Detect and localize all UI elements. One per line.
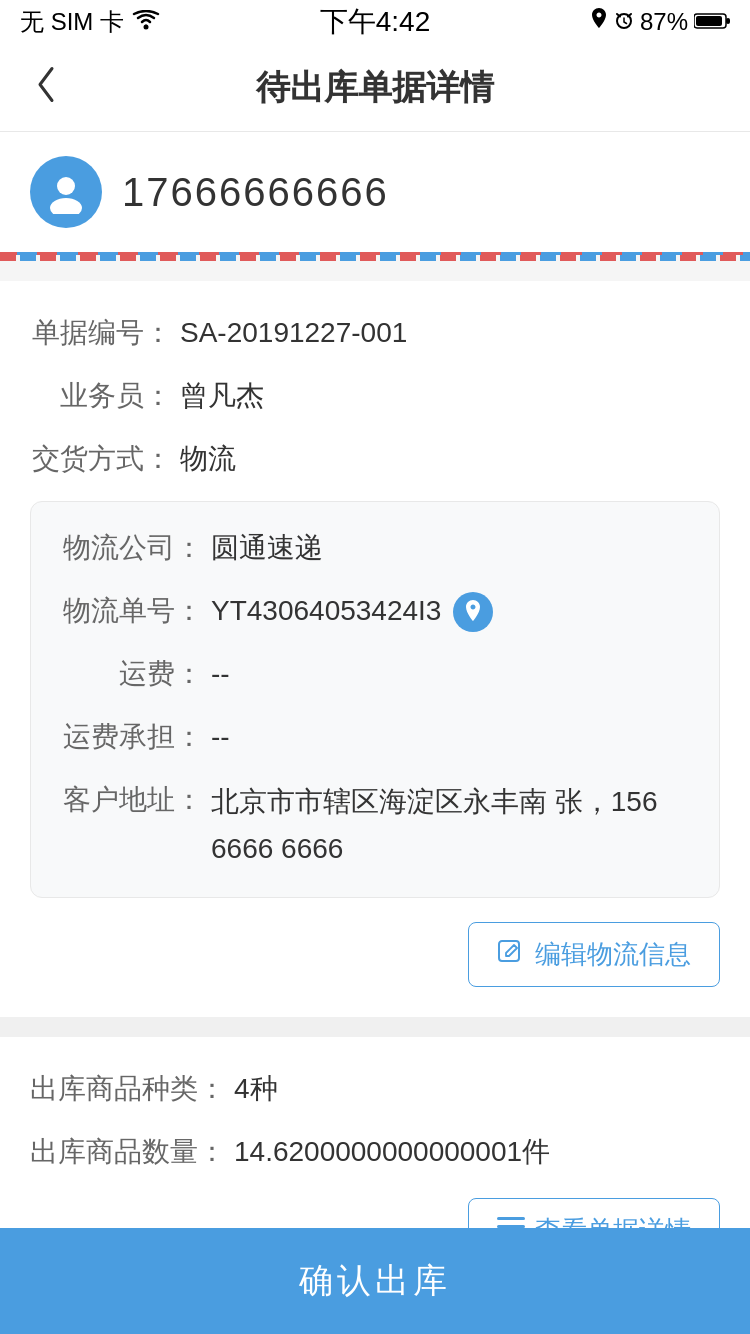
doc-number-value: SA-20191227-001 <box>180 311 720 356</box>
doc-number-label: 单据编号： <box>30 311 180 356</box>
avatar <box>30 156 102 228</box>
location-track-icon[interactable] <box>453 592 493 632</box>
status-left: 无 SIM 卡 <box>20 6 160 38</box>
svg-rect-3 <box>726 18 730 24</box>
user-header: 17666666666 <box>0 132 750 255</box>
document-section: 单据编号： SA-20191227-001 业务员： 曾凡杰 交货方式： 物流 … <box>0 281 750 1017</box>
page-title: 待出库单据详情 <box>256 65 494 111</box>
freight-value: -- <box>211 652 689 697</box>
location-icon <box>590 8 608 36</box>
salesperson-value: 曾凡杰 <box>180 374 720 419</box>
company-value: 圆通速递 <box>211 526 689 571</box>
salesperson-label: 业务员： <box>30 374 180 419</box>
address-value: 北京市市辖区海淀区永丰南 张，156 6666 6666 <box>211 778 689 873</box>
address-label: 客户地址： <box>61 778 211 823</box>
goods-quantity-row: 出库商品数量： 14.6200000000000001件 <box>30 1130 720 1175</box>
logistics-card: 物流公司： 圆通速递 物流单号： YT43064053424I3 运费： -- … <box>30 501 720 897</box>
delivery-row: 交货方式： 物流 <box>30 437 720 482</box>
edit-logistics-row: 编辑物流信息 <box>30 922 720 987</box>
tracking-label: 物流单号： <box>61 589 211 634</box>
battery-label: 87% <box>640 8 688 36</box>
delivery-value: 物流 <box>180 437 720 482</box>
user-phone: 17666666666 <box>122 170 389 215</box>
svg-rect-4 <box>696 16 722 26</box>
company-label: 物流公司： <box>61 526 211 571</box>
salesperson-row: 业务员： 曾凡杰 <box>30 374 720 419</box>
battery-icon <box>694 8 730 36</box>
freight-bearer-row: 运费承担： -- <box>61 715 689 760</box>
freight-row: 运费： -- <box>61 652 689 697</box>
status-right: 87% <box>590 8 730 36</box>
wifi-icon <box>132 8 160 36</box>
status-time: 下午4:42 <box>320 3 431 41</box>
status-bar: 无 SIM 卡 下午4:42 87% <box>0 0 750 44</box>
freight-bearer-value: -- <box>211 715 689 760</box>
edit-icon <box>497 937 525 972</box>
goods-type-label: 出库商品种类： <box>30 1067 234 1112</box>
confirm-out-button[interactable]: 确认出库 <box>40 1258 710 1304</box>
edit-logistics-label: 编辑物流信息 <box>535 937 691 972</box>
carrier-label: 无 SIM 卡 <box>20 6 124 38</box>
bottom-bar: 确认出库 <box>0 1228 750 1334</box>
freight-label: 运费： <box>61 652 211 697</box>
freight-bearer-label: 运费承担： <box>61 715 211 760</box>
nav-bar: 待出库单据详情 <box>0 44 750 132</box>
company-row: 物流公司： 圆通速递 <box>61 526 689 571</box>
goods-type-row: 出库商品种类： 4种 <box>30 1067 720 1112</box>
doc-number-row: 单据编号： SA-20191227-001 <box>30 311 720 356</box>
goods-quantity-value: 14.6200000000000001件 <box>234 1130 720 1175</box>
alarm-icon <box>614 8 634 36</box>
address-row: 客户地址： 北京市市辖区海淀区永丰南 张，156 6666 6666 <box>61 778 689 873</box>
tracking-row: 物流单号： YT43064053424I3 <box>61 589 689 634</box>
section-divider-1 <box>0 1017 750 1037</box>
goods-quantity-label: 出库商品数量： <box>30 1130 234 1175</box>
goods-type-value: 4种 <box>234 1067 720 1112</box>
delivery-label: 交货方式： <box>30 437 180 482</box>
svg-point-0 <box>144 25 149 30</box>
svg-point-6 <box>50 198 82 214</box>
tracking-value: YT43064053424I3 <box>211 589 689 634</box>
dashed-divider <box>0 255 750 261</box>
svg-point-5 <box>57 177 75 195</box>
svg-rect-8 <box>497 1217 525 1220</box>
edit-logistics-button[interactable]: 编辑物流信息 <box>468 922 720 987</box>
back-button[interactable] <box>24 54 68 121</box>
